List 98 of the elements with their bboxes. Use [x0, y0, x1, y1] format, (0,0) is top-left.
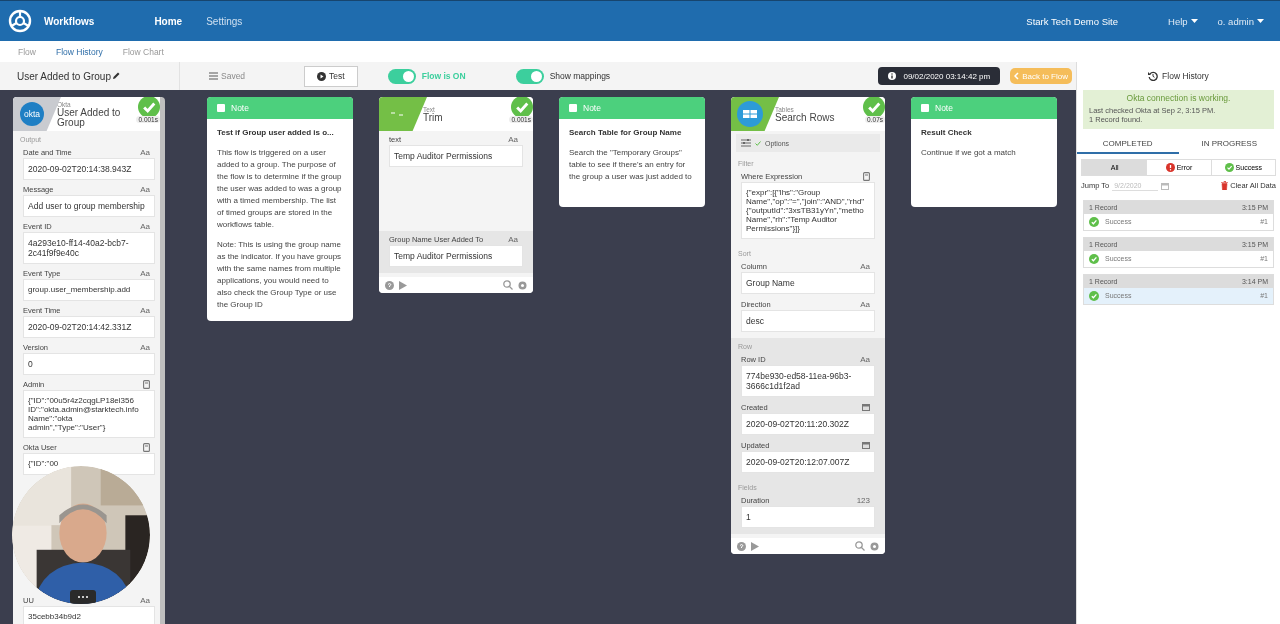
play-icon [399, 280, 407, 290]
calendar-icon [862, 403, 870, 411]
settings-icon [870, 541, 879, 551]
tab[interactable]: IN PROGRESS [1178, 134, 1280, 154]
type-hint: Aa [508, 234, 518, 244]
error-icon [1165, 162, 1175, 172]
panel-title: Flow History [1162, 71, 1209, 81]
value-field[interactable]: {"expr":[{"lhs":"Group Name","op":"=","join":"AND","rhd" {"outputId":"3xsTB31yYn","metho Name","rh":"Temp Auditor Permissions"}]} [741, 182, 875, 239]
sliders-icon [741, 139, 751, 147]
type-hint: Aa [860, 261, 870, 271]
note-text: Note: This is using the group name as the indicator. If you have groups with the same names from multiple applications, you would need to also check the Group Type or use the Group ID [217, 239, 343, 311]
menu-link[interactable]: o. admin [1217, 15, 1264, 27]
note-header: Note [559, 97, 705, 119]
document-icon [143, 379, 150, 389]
toggle-label: Show mappings [549, 71, 611, 81]
toggle-label: Flow is ON [421, 71, 466, 81]
play-icon [751, 541, 759, 551]
list-icon [209, 72, 218, 80]
test-button[interactable]: Test [304, 65, 358, 87]
value-field[interactable]: 2020-09-02T20:14:38.943Z [23, 158, 155, 180]
pencil-icon [111, 72, 120, 80]
info-icon [888, 72, 897, 80]
calendar-icon [862, 441, 870, 449]
nav-link[interactable]: Settings [206, 15, 243, 27]
type-hint: Aa [140, 342, 150, 352]
note-text: Continue if we got a match [921, 147, 1017, 159]
value-field[interactable]: desc [741, 310, 875, 332]
value-field[interactable]: 1 [741, 506, 875, 528]
value-field[interactable]: Add user to group membership [23, 195, 155, 217]
check-icon [1224, 162, 1234, 172]
value-field[interactable]: 0 [23, 353, 155, 375]
check-icon [1089, 253, 1099, 264]
history-icon [1148, 71, 1159, 81]
step-title: Trim [423, 112, 443, 123]
help-icon [737, 541, 746, 551]
type-hint: Aa [140, 268, 150, 278]
value-field[interactable]: Temp Auditor Permissions [389, 145, 523, 167]
value-field[interactable]: 774be930-ed58-11ea-96b3-3666c1d1f2ad [741, 365, 875, 397]
value-field[interactable]: 4a293e10-ff14-40a2-bcb7-2c41f9f9e40c [23, 232, 155, 264]
nav-link[interactable]: Home [154, 15, 183, 27]
note-header: Note [207, 97, 353, 119]
check-icon [1089, 290, 1099, 301]
type-hint: Aa [140, 184, 150, 194]
okta-logo: okta [20, 102, 44, 126]
settings-icon [518, 280, 527, 290]
tick-icon [755, 140, 761, 146]
table-icon [737, 101, 763, 127]
more-icon[interactable] [70, 590, 96, 604]
note-header: Note [911, 97, 1057, 119]
value-field[interactable]: Temp Auditor Permissions [389, 245, 523, 267]
toggle-switch[interactable] [387, 68, 416, 84]
calendar-icon [1161, 181, 1170, 190]
step-title: User Added to Group [57, 107, 122, 128]
type-hint: Aa [140, 147, 150, 157]
site-name: Stark Tech Demo Site [1026, 15, 1118, 27]
note-title: Test if Group user added is o... [217, 127, 335, 138]
timestamp-badge: 09/02/2020 03:14:42 pm [878, 67, 1001, 85]
flow-name: User Added to Group [17, 70, 111, 82]
tab[interactable]: COMPLETED [1077, 134, 1179, 154]
type-hint: Aa [508, 134, 518, 144]
menu-link[interactable]: Help [1168, 15, 1198, 27]
value-field[interactable]: Group Name [741, 272, 875, 294]
value-field[interactable]: 2020-09-02T20:12:07.007Z [741, 451, 875, 473]
chevron-icon [1014, 72, 1020, 80]
value-field[interactable]: {"ID":"00u5r4z2cqgLP18el356 ID":"okta.admin@starktech.info Name":"okta admin","Type":"User"} [23, 390, 155, 438]
caret-icon [1257, 19, 1264, 23]
value-field[interactable]: group.user_membership.add [23, 279, 155, 301]
play-icon [317, 71, 327, 81]
type-hint: Aa [140, 305, 150, 315]
help-icon [385, 280, 394, 290]
document-icon [863, 171, 870, 181]
note-title: Result Check [921, 127, 973, 138]
value-field[interactable]: 2020-09-02T20:11:20.302Z [741, 413, 875, 435]
tab[interactable]: Flow History [55, 46, 103, 57]
alert-text: Okta connection is working. [1125, 94, 1232, 104]
type-hint: 123 [856, 495, 870, 505]
note-text: Search the "Temporary Groups" table to see if there's an entry for the group a user was just added to [569, 147, 693, 183]
note-text: This flow is triggered on a user added to a group. The purpose of the flow is to determine if the group the user was added to was a group with a timed membership. The list of timed groups are stored in the workflows table. [217, 147, 343, 231]
app-title: Workflows [44, 15, 95, 27]
note-icon [921, 104, 929, 112]
type-hint: Aa [860, 354, 870, 364]
document-icon [143, 442, 150, 452]
value-field[interactable]: 35cebb34b9d2 [23, 606, 155, 624]
note-icon [217, 104, 225, 112]
type-hint: Aa [140, 221, 150, 231]
trash-icon [1221, 181, 1229, 190]
search-icon [503, 280, 513, 290]
note-icon [569, 104, 577, 112]
check-icon [1089, 216, 1099, 227]
step-title: Search Rows [775, 112, 835, 123]
type-hint: Aa [140, 595, 150, 605]
note-title: Search Table for Group Name [569, 127, 683, 138]
caret-icon [1190, 19, 1198, 23]
value-field[interactable]: 2020-09-02T20:14:42.331Z [23, 316, 155, 338]
type-hint: Aa [860, 299, 870, 309]
search-icon [855, 541, 865, 551]
toggle-switch[interactable] [515, 68, 544, 84]
logo-icon [8, 9, 32, 33]
